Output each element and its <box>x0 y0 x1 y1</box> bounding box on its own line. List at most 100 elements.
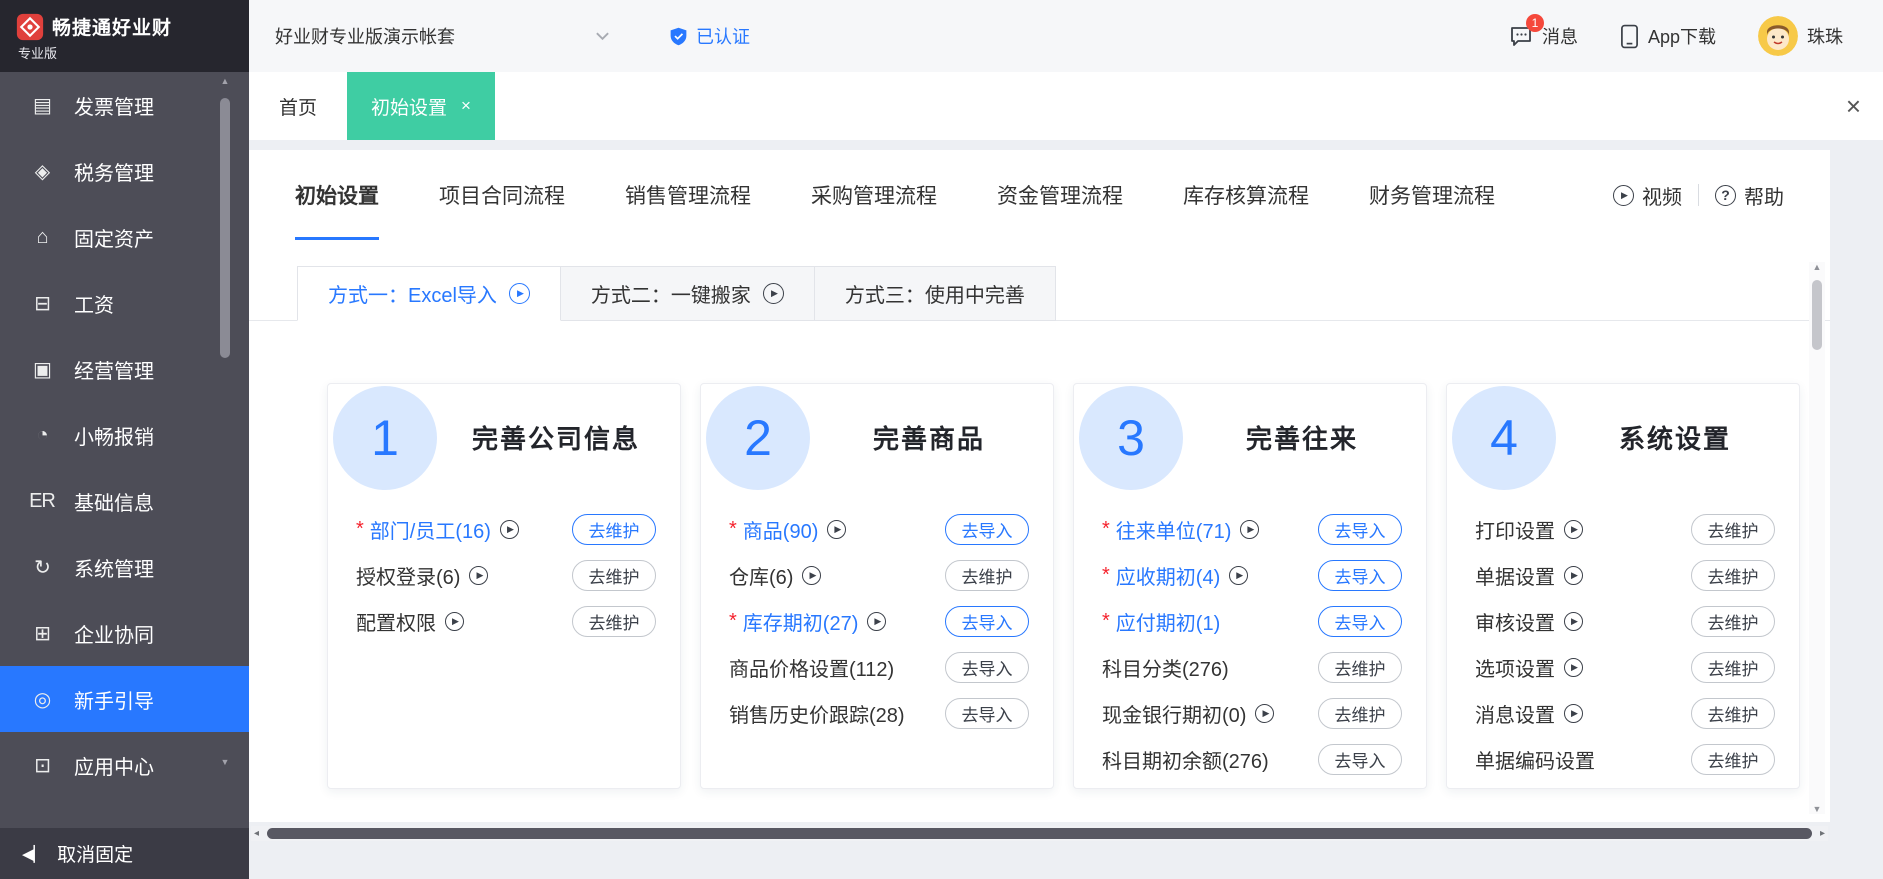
sidebar-item[interactable]: ER 基础信息 <box>0 468 249 534</box>
setup-item-link[interactable]: 审核设置 <box>1475 607 1555 636</box>
setup-item-link[interactable]: 应收期初(4) <box>1116 561 1220 590</box>
sidebar-scroll-thumb[interactable] <box>220 98 230 358</box>
scroll-up-icon[interactable] <box>217 76 233 86</box>
play-icon[interactable] <box>1564 611 1583 631</box>
action-button[interactable]: 去维护 <box>572 605 656 637</box>
sidebar-scrollbar[interactable] <box>217 76 233 767</box>
action-button[interactable]: 去导入 <box>1318 559 1402 591</box>
scroll-up-icon[interactable] <box>1809 262 1825 272</box>
account-set-selector[interactable]: 好业财专业版演示帐套 <box>275 17 620 55</box>
close-panel-icon[interactable] <box>1846 93 1861 119</box>
nav-tab[interactable]: 资金管理流程 <box>997 150 1123 240</box>
action-button[interactable]: 去导入 <box>945 605 1029 637</box>
sidebar-item[interactable]: ⌂ 固定资产 <box>0 204 249 270</box>
scroll-down-icon[interactable] <box>1809 804 1825 814</box>
setup-item-link[interactable]: 科目分类(276) <box>1102 653 1229 682</box>
play-icon[interactable] <box>1255 703 1275 723</box>
play-icon[interactable] <box>499 519 519 539</box>
setup-row: 往来单位(71) 去导入 <box>1102 506 1402 552</box>
sidebar-item[interactable]: ⊡ 应用中心 <box>0 732 249 798</box>
setup-item-link[interactable]: 商品价格设置(112) <box>729 653 894 682</box>
play-icon[interactable] <box>445 611 464 631</box>
play-icon[interactable] <box>1229 565 1249 585</box>
sidebar-item[interactable]: ◔ 小畅报销 <box>0 402 249 468</box>
action-button[interactable]: 去维护 <box>945 559 1029 591</box>
user-profile[interactable]: 珠珠 <box>1758 16 1843 56</box>
nav-tab[interactable]: 项目合同流程 <box>439 150 565 240</box>
setup-cards: 1 完善公司信息 部门/员工(16) 去维护 <box>249 321 1830 789</box>
setup-item-link[interactable]: 科目期初余额(276) <box>1102 745 1269 774</box>
action-button[interactable]: 去维护 <box>1318 697 1402 729</box>
action-button[interactable]: 去维护 <box>1318 651 1402 683</box>
vertical-scrollbar[interactable] <box>1809 262 1825 814</box>
sidebar-item[interactable]: ⊞ 企业协同 <box>0 600 249 666</box>
setup-item-link[interactable]: 往来单位(71) <box>1116 515 1232 544</box>
setup-item-link[interactable]: 配置权限 <box>356 607 436 636</box>
action-button[interactable]: 去导入 <box>1318 513 1402 545</box>
action-button[interactable]: 去维护 <box>1691 513 1775 545</box>
action-button[interactable]: 去导入 <box>1318 743 1402 775</box>
action-button[interactable]: 去导入 <box>1318 605 1402 637</box>
setup-item-link[interactable]: 打印设置 <box>1475 515 1555 544</box>
action-button[interactable]: 去维护 <box>1691 605 1775 637</box>
help-button[interactable]: 帮助 <box>1715 181 1784 210</box>
setup-item-link[interactable]: 部门/员工(16) <box>370 515 491 544</box>
action-button[interactable]: 去维护 <box>1691 651 1775 683</box>
method-tab[interactable]: 方式三：使用中完善 <box>814 266 1056 321</box>
play-icon[interactable] <box>867 611 887 631</box>
scroll-left-icon[interactable] <box>254 826 259 841</box>
action-button[interactable]: 去导入 <box>945 651 1029 683</box>
play-icon[interactable] <box>1564 657 1583 677</box>
setup-item-link[interactable]: 库存期初(27) <box>743 607 859 636</box>
action-button[interactable]: 去维护 <box>1691 697 1775 729</box>
setup-item-link[interactable]: 商品(90) <box>743 515 819 544</box>
scroll-thumb[interactable] <box>1812 280 1822 350</box>
setup-item-link[interactable]: 仓库(6) <box>729 561 793 590</box>
method-tab[interactable]: 方式一：Excel导入 <box>297 266 561 321</box>
scroll-thumb[interactable] <box>267 828 1812 839</box>
sidebar-item[interactable]: ▤ 发票管理 <box>0 72 249 138</box>
unpin-sidebar-button[interactable]: 取消固定 <box>0 828 249 879</box>
setup-item-link[interactable]: 消息设置 <box>1475 699 1555 728</box>
method-tab[interactable]: 方式二：一键搬家 <box>560 266 815 321</box>
sidebar-item[interactable]: ◎ 新手引导 <box>0 666 249 732</box>
action-button[interactable]: 去维护 <box>572 513 656 545</box>
setup-item-link[interactable]: 选项设置 <box>1475 653 1555 682</box>
messages-button[interactable]: 1 消息 <box>1509 14 1578 49</box>
tab-home[interactable]: 首页 <box>249 72 347 140</box>
play-icon[interactable] <box>802 565 822 585</box>
setup-item-link[interactable]: 单据编码设置 <box>1475 745 1595 774</box>
play-icon[interactable] <box>1564 519 1583 539</box>
horizontal-scrollbar[interactable] <box>251 826 1828 841</box>
play-icon[interactable] <box>1564 565 1583 585</box>
scroll-down-icon[interactable] <box>217 757 233 767</box>
action-button[interactable]: 去维护 <box>1691 743 1775 775</box>
setup-item-link[interactable]: 销售历史价跟踪(28) <box>729 699 905 728</box>
setup-item-link[interactable]: 授权登录(6) <box>356 561 460 590</box>
action-button[interactable]: 去导入 <box>945 513 1029 545</box>
sidebar-item[interactable]: ⊟ 工资 <box>0 270 249 336</box>
nav-tab[interactable]: 财务管理流程 <box>1369 150 1495 240</box>
play-icon[interactable] <box>827 519 847 539</box>
play-icon[interactable] <box>469 565 489 585</box>
sidebar-item[interactable]: ↻ 系统管理 <box>0 534 249 600</box>
setup-item-link[interactable]: 现金银行期初(0) <box>1102 699 1246 728</box>
play-icon[interactable] <box>1564 703 1583 723</box>
video-button[interactable]: 视频 <box>1613 181 1682 210</box>
app-download-button[interactable]: App下载 <box>1620 23 1716 49</box>
nav-tab[interactable]: 采购管理流程 <box>811 150 937 240</box>
action-button[interactable]: 去维护 <box>1691 559 1775 591</box>
setup-item-link[interactable]: 应付期初(1) <box>1116 607 1220 636</box>
play-icon[interactable] <box>1240 519 1260 539</box>
setup-item-link[interactable]: 单据设置 <box>1475 561 1555 590</box>
tab-close-icon[interactable] <box>461 95 471 117</box>
scroll-right-icon[interactable] <box>1820 826 1825 841</box>
action-button[interactable]: 去导入 <box>945 697 1029 729</box>
nav-tab[interactable]: 销售管理流程 <box>625 150 751 240</box>
action-button[interactable]: 去维护 <box>572 559 656 591</box>
nav-tab[interactable]: 库存核算流程 <box>1183 150 1309 240</box>
nav-tab[interactable]: 初始设置 <box>295 150 379 240</box>
tab-initial-settings[interactable]: 初始设置 <box>347 72 495 140</box>
sidebar-item[interactable]: ▣ 经营管理 <box>0 336 249 402</box>
sidebar-item[interactable]: ◈ 税务管理 <box>0 138 249 204</box>
